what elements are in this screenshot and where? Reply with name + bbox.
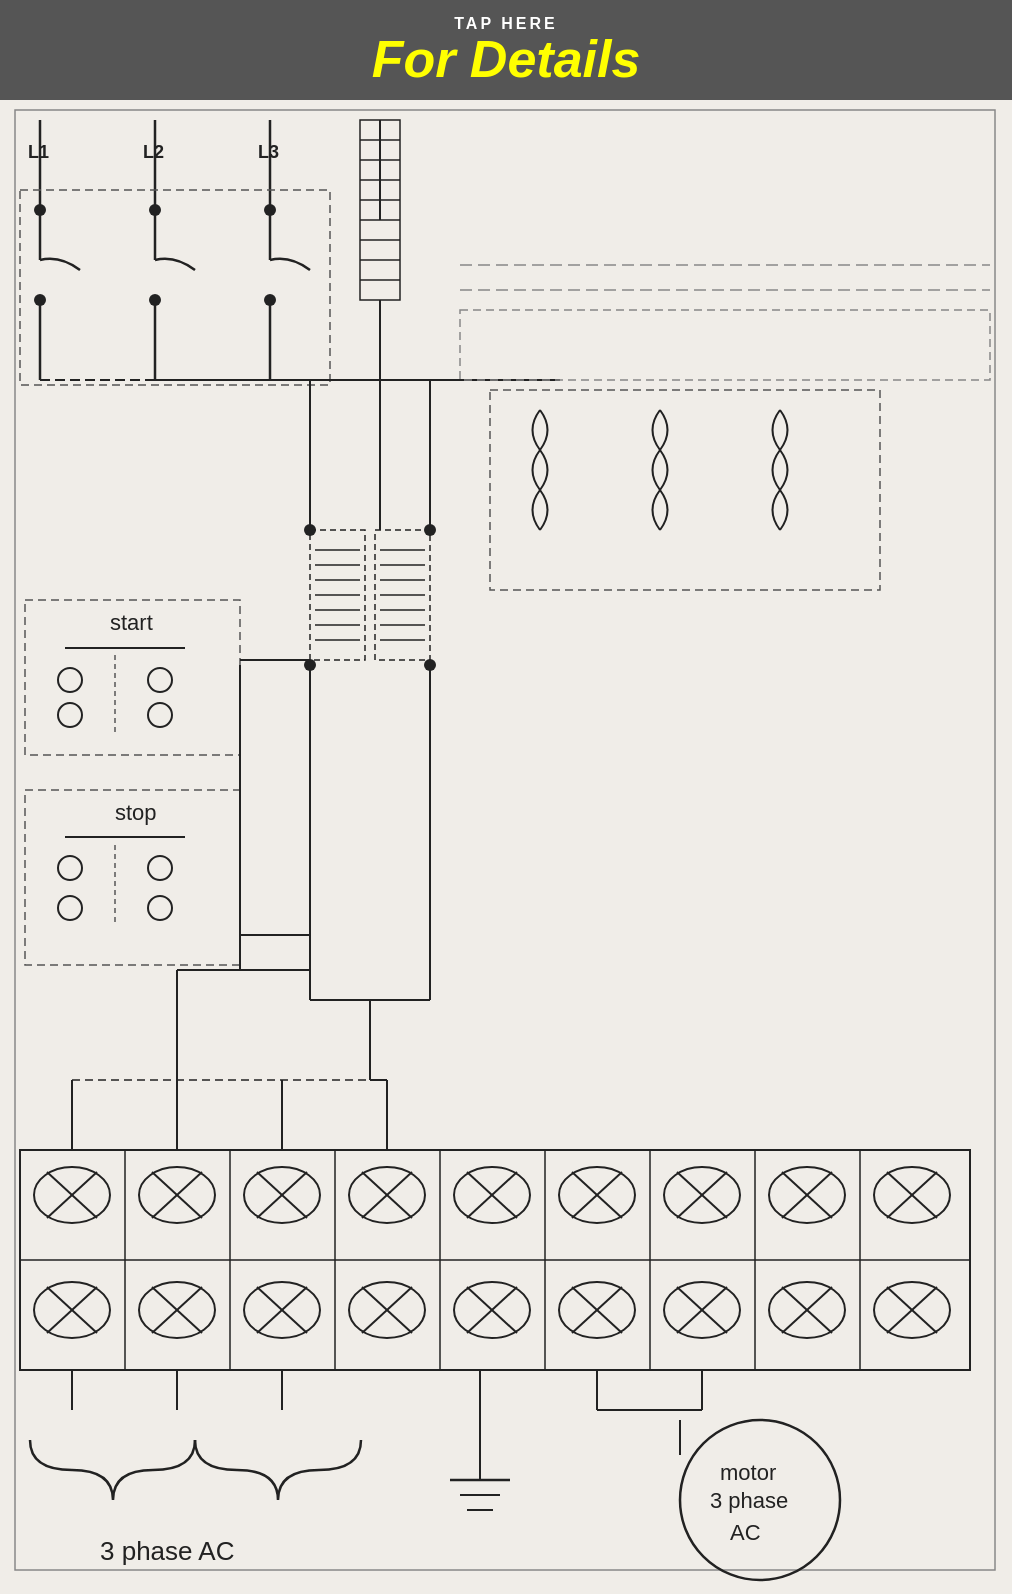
motor-label-line2: 3 phase xyxy=(710,1488,788,1513)
svg-text:L2: L2 xyxy=(143,142,164,162)
svg-text:L1: L1 xyxy=(28,142,49,162)
circuit-svg: L1 L2 L3 xyxy=(0,100,1012,1594)
wiring-diagram: L1 L2 L3 xyxy=(0,100,1012,1594)
motor-label-line3: AC xyxy=(730,1520,761,1545)
three-phase-label: 3 phase AC xyxy=(100,1536,234,1566)
start-label: start xyxy=(110,610,153,635)
for-details-label: For Details xyxy=(372,33,641,85)
header-banner[interactable]: TAP HERE For Details xyxy=(0,0,1012,100)
motor-label-line1: motor xyxy=(720,1460,776,1485)
stop-label: stop xyxy=(115,800,157,825)
svg-text:L3: L3 xyxy=(258,142,279,162)
